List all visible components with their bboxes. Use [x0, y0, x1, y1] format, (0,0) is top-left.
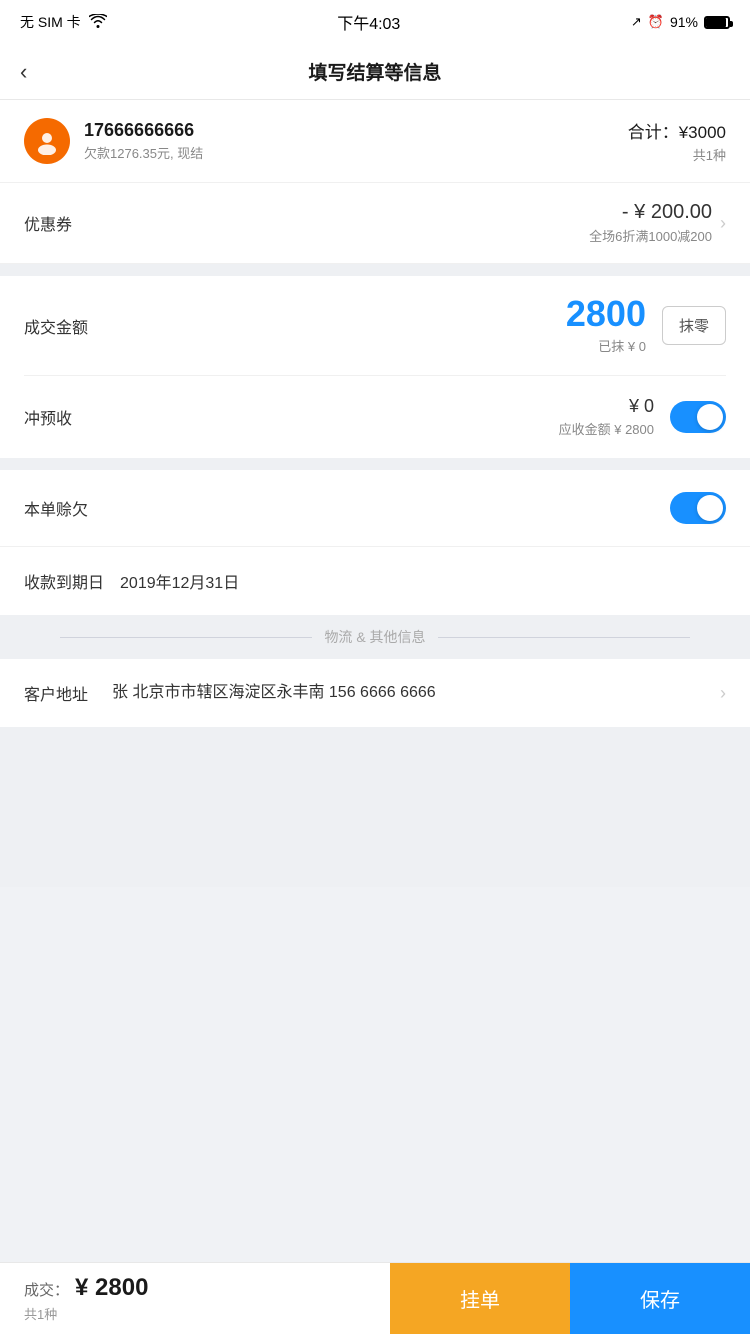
customer-info: 17666666666 欠款1276.35元, 现结 — [84, 120, 203, 162]
address-section: 客户地址 张 北京市市辖区海淀区永丰南 156 6666 6666 › — [0, 659, 750, 727]
customer-left: 17666666666 欠款1276.35元, 现结 — [24, 118, 203, 164]
address-label: 客户地址 — [24, 681, 88, 705]
save-button[interactable]: 保存 — [570, 1263, 750, 1334]
customer-row: 17666666666 欠款1276.35元, 现结 合计：¥3000 共1种 — [0, 100, 750, 183]
pending-button[interactable]: 挂单 — [390, 1263, 570, 1334]
address-value: 张 北京市市辖区海淀区永丰南 156 6666 6666 — [112, 681, 712, 705]
logistics-divider: 物流 & 其他信息 — [0, 615, 750, 659]
coupon-desc: 全场6折满1000减200 — [589, 226, 712, 245]
customer-section: 17666666666 欠款1276.35元, 现结 合计：¥3000 共1种 … — [0, 100, 750, 264]
credit-row: 本单赊欠 — [24, 470, 726, 546]
battery-percent: 91% — [670, 14, 698, 30]
round-zero-button[interactable]: 抹零 — [662, 306, 726, 345]
credit-toggle-knob — [697, 495, 723, 521]
address-row[interactable]: 客户地址 张 北京市市辖区海淀区永丰南 156 6666 6666 › — [24, 659, 726, 727]
prepay-value: ¥ 0 — [559, 396, 654, 417]
chevron-right-icon: › — [720, 213, 726, 234]
alarm-icon: ⏰ — [648, 14, 664, 30]
logistics-label: 物流 & 其他信息 — [312, 627, 437, 647]
divider-2 — [0, 458, 750, 470]
credit-label: 本单赊欠 — [24, 496, 88, 520]
deal-section: 成交金额 2800 已抹 ¥ 0 抹零 冲预收 ¥ 0 应收金额 ¥ 2800 — [0, 276, 750, 458]
customer-phone: 17666666666 — [84, 120, 203, 141]
total-count: 共1种 — [628, 145, 726, 164]
bottom-gray-area — [0, 727, 750, 887]
total-amount: 合计：¥3000 — [628, 118, 726, 143]
credit-toggle[interactable] — [670, 492, 726, 524]
date-value: 2019年12月31日 — [120, 569, 239, 593]
divider-1 — [0, 264, 750, 276]
coupon-discount: - ¥ 200.00 — [589, 201, 712, 224]
credit-section: 本单赊欠 — [0, 470, 750, 546]
date-label: 收款到期日 — [24, 569, 104, 593]
status-bar: 无 SIM 卡 下午4:03 ↗ ⏰ 91% — [0, 0, 750, 44]
prepay-toggle[interactable] — [670, 401, 726, 433]
deal-amount-sub: 已抹 ¥ 0 — [566, 336, 646, 355]
page-title: 填写结算等信息 — [308, 58, 441, 85]
back-button[interactable]: ‹ — [12, 51, 35, 93]
deal-amount-row: 成交金额 2800 已抹 ¥ 0 抹零 — [24, 276, 726, 376]
status-left: 无 SIM 卡 — [20, 12, 107, 32]
prepay-label: 冲预收 — [24, 405, 72, 429]
bottom-bar: 成交： ¥ 2800 共1种 挂单 保存 — [0, 1262, 750, 1334]
battery-icon — [704, 16, 730, 29]
prepay-right: ¥ 0 应收金额 ¥ 2800 — [559, 396, 726, 438]
prepay-row: 冲预收 ¥ 0 应收金额 ¥ 2800 — [24, 376, 726, 458]
bottom-deal-count: 共1种 — [24, 1304, 366, 1323]
date-section: 收款到期日 2019年12月31日 — [0, 547, 750, 615]
coupon-row[interactable]: 优惠券 - ¥ 200.00 全场6折满1000减200 › — [0, 183, 750, 264]
address-chevron-icon: › — [720, 683, 726, 704]
customer-right: 合计：¥3000 共1种 — [628, 118, 726, 164]
date-row: 收款到期日 2019年12月31日 — [24, 547, 726, 615]
toggle-knob — [697, 404, 723, 430]
customer-sub: 欠款1276.35元, 现结 — [84, 143, 203, 162]
bottom-deal-label: 成交： — [24, 1279, 69, 1300]
deal-amount-value: 2800 — [566, 296, 646, 332]
prepay-sub: 应收金额 ¥ 2800 — [559, 419, 654, 438]
bottom-deal-amount: ¥ 2800 — [75, 1274, 148, 1302]
bottom-deal: 成交： ¥ 2800 — [24, 1274, 366, 1302]
coupon-right: - ¥ 200.00 全场6折满1000减200 › — [589, 201, 726, 245]
carrier-text: 无 SIM 卡 — [20, 12, 81, 32]
status-time: 下午4:03 — [337, 10, 400, 34]
avatar — [24, 118, 70, 164]
bottom-summary: 成交： ¥ 2800 共1种 — [0, 1274, 390, 1323]
coupon-label: 优惠券 — [24, 211, 72, 235]
wifi-icon — [89, 14, 107, 31]
location-icon: ↗ — [631, 14, 642, 30]
deal-amount-label: 成交金额 — [24, 314, 88, 338]
status-right: ↗ ⏰ 91% — [631, 14, 730, 30]
deal-amount-right: 2800 已抹 ¥ 0 抹零 — [566, 296, 726, 355]
nav-bar: ‹ 填写结算等信息 — [0, 44, 750, 100]
